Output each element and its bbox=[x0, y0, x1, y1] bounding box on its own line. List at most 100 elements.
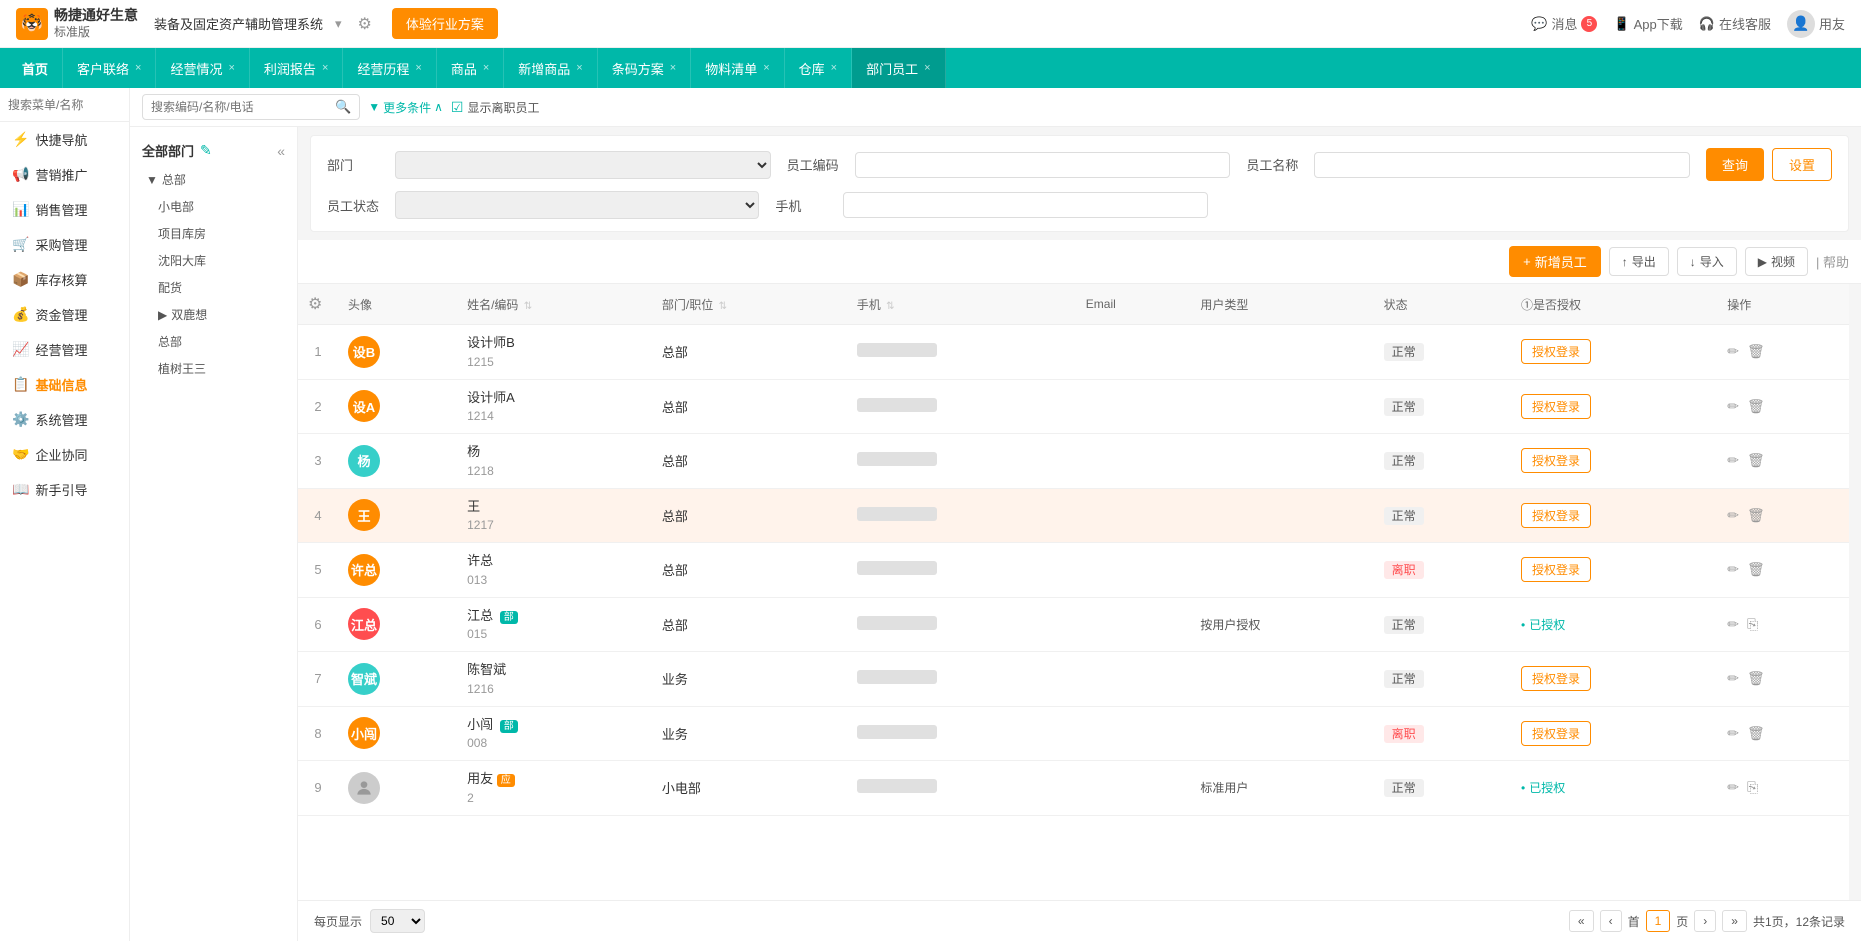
close-icon[interactable]: × bbox=[415, 62, 421, 74]
auth-button[interactable]: 授权登录 bbox=[1521, 503, 1591, 528]
sidebar-item-guide[interactable]: 📖新手引导 bbox=[0, 472, 129, 507]
sidebar-item-marketing[interactable]: 📢营销推广 bbox=[0, 157, 129, 192]
sidebar-item-stock[interactable]: 📦库存核算 bbox=[0, 262, 129, 297]
dept-item-zhishu[interactable]: 植树王三 bbox=[130, 355, 297, 382]
dept-select[interactable] bbox=[395, 151, 771, 179]
delete-icon[interactable]: 🗑 bbox=[1747, 398, 1765, 415]
sidebar-item-fund[interactable]: 💰资金管理 bbox=[0, 297, 129, 332]
sidebar-search-input[interactable] bbox=[8, 98, 130, 112]
edit-icon[interactable]: ✏ bbox=[1727, 779, 1739, 796]
user-menu[interactable]: 👤 用友 bbox=[1787, 10, 1845, 38]
tab-goods[interactable]: 商品 × bbox=[437, 48, 504, 88]
more-conditions-button[interactable]: ▼ 更多条件 ∧ bbox=[368, 99, 443, 116]
system-title-dropdown-icon[interactable]: ▾ bbox=[335, 16, 342, 32]
copy-icon[interactable]: ⎘ bbox=[1747, 616, 1758, 633]
auth-button[interactable]: 授权登录 bbox=[1521, 557, 1591, 582]
col-name-code[interactable]: 姓名/编码 ⇅ bbox=[457, 284, 652, 325]
search-input[interactable] bbox=[151, 100, 331, 114]
auth-button[interactable]: 授权登录 bbox=[1521, 666, 1591, 691]
tab-barcode[interactable]: 条码方案 × bbox=[598, 48, 691, 88]
edit-icon[interactable]: ✏ bbox=[1727, 507, 1739, 524]
dept-item-shenyang[interactable]: 沈阳大库 bbox=[130, 247, 297, 274]
copy-icon[interactable]: ⎘ bbox=[1747, 779, 1758, 796]
trial-button[interactable]: 体验行业方案 bbox=[392, 8, 498, 39]
dept-item-xiaodibu[interactable]: 小电部 bbox=[130, 193, 297, 220]
tab-profit[interactable]: 利润报告 × bbox=[250, 48, 343, 88]
sidebar-item-operation[interactable]: 📈经营管理 bbox=[0, 332, 129, 367]
show-resigned-toggle[interactable]: ☑ 显示离职员工 bbox=[451, 99, 540, 116]
auth-button[interactable]: 授权登录 bbox=[1521, 448, 1591, 473]
sidebar-item-quick-nav[interactable]: ⚡快捷导航 bbox=[0, 122, 129, 157]
delete-icon[interactable]: 🗑 bbox=[1747, 507, 1765, 524]
dept-collapse-icon[interactable]: « bbox=[277, 143, 285, 159]
tab-operation-status[interactable]: 经营情况 × bbox=[156, 48, 249, 88]
query-button[interactable]: 查询 bbox=[1706, 148, 1764, 181]
auth-button[interactable]: 授权登录 bbox=[1521, 721, 1591, 746]
auth-button[interactable]: 授权登录 bbox=[1521, 394, 1591, 419]
help-button[interactable]: | 帮助 bbox=[1816, 252, 1849, 271]
edit-icon[interactable]: ✏ bbox=[1727, 725, 1739, 742]
settings-icon[interactable]: ⚙ bbox=[308, 296, 322, 313]
status-select[interactable] bbox=[395, 191, 759, 219]
edit-icon[interactable]: ✏ bbox=[1727, 670, 1739, 687]
employee-name-input[interactable] bbox=[1314, 152, 1690, 178]
dept-item-distribution[interactable]: 配货 bbox=[130, 274, 297, 301]
sidebar-item-corp[interactable]: 🤝企业协同 bbox=[0, 437, 129, 472]
last-page-button[interactable]: » bbox=[1722, 910, 1747, 932]
col-settings[interactable]: ⚙ bbox=[298, 284, 338, 325]
message-button[interactable]: 💬 消息 5 bbox=[1531, 14, 1597, 33]
set-button[interactable]: 设置 bbox=[1772, 148, 1832, 181]
app-download-button[interactable]: 📱 App下载 bbox=[1613, 14, 1682, 33]
delete-icon[interactable]: 🗑 bbox=[1747, 670, 1765, 687]
edit-icon[interactable]: ✏ bbox=[1727, 616, 1739, 633]
close-icon[interactable]: × bbox=[483, 62, 489, 74]
current-page[interactable]: 1 bbox=[1646, 910, 1671, 932]
close-icon[interactable]: × bbox=[831, 62, 837, 74]
edit-icon[interactable]: ✏ bbox=[1727, 343, 1739, 360]
sidebar-item-system[interactable]: ⚙️系统管理 bbox=[0, 402, 129, 437]
tab-history[interactable]: 经营历程 × bbox=[343, 48, 436, 88]
settings-icon[interactable]: ⚙ bbox=[358, 14, 372, 34]
sidebar-item-sales[interactable]: 📊销售管理 bbox=[0, 192, 129, 227]
dept-item-root[interactable]: ▼ 总部 bbox=[130, 166, 297, 193]
tab-bom[interactable]: 物料清单 × bbox=[691, 48, 784, 88]
dept-item-shuangluxiang[interactable]: ▶ 双鹿想 bbox=[130, 301, 297, 328]
close-icon[interactable]: × bbox=[924, 62, 930, 74]
close-icon[interactable]: × bbox=[576, 62, 582, 74]
tab-customer[interactable]: 客户联络 × bbox=[63, 48, 156, 88]
delete-icon[interactable]: 🗑 bbox=[1747, 561, 1765, 578]
phone-input[interactable] bbox=[843, 192, 1207, 218]
employee-code-input[interactable] bbox=[855, 152, 1231, 178]
online-service-button[interactable]: 🎧 在线客服 bbox=[1699, 14, 1771, 33]
close-icon[interactable]: × bbox=[135, 62, 141, 74]
dept-edit-icon[interactable]: ✎ bbox=[200, 142, 212, 159]
delete-icon[interactable]: 🗑 bbox=[1747, 452, 1765, 469]
video-button[interactable]: ▶ 视频 bbox=[1745, 247, 1808, 276]
sidebar-item-purchase[interactable]: 🛒采购管理 bbox=[0, 227, 129, 262]
tab-add-goods[interactable]: 新增商品 × bbox=[504, 48, 597, 88]
close-icon[interactable]: × bbox=[763, 62, 769, 74]
edit-icon[interactable]: ✏ bbox=[1727, 398, 1739, 415]
sidebar-item-base[interactable]: 📋基础信息 bbox=[0, 367, 129, 402]
close-icon[interactable]: × bbox=[322, 62, 328, 74]
table-wrapper[interactable]: ⚙ 头像 姓名/编码 ⇅ 部门/职位 ⇅ 手机 ⇅ Email 用户类型 状态 … bbox=[298, 284, 1849, 900]
close-icon[interactable]: × bbox=[228, 62, 234, 74]
edit-icon[interactable]: ✏ bbox=[1727, 452, 1739, 469]
next-page-button[interactable]: › bbox=[1694, 910, 1716, 932]
edit-icon[interactable]: ✏ bbox=[1727, 561, 1739, 578]
page-size-select[interactable]: 50 100 bbox=[370, 909, 425, 933]
tab-department-staff[interactable]: 部门员工 × bbox=[852, 48, 945, 88]
col-phone[interactable]: 手机 ⇅ bbox=[847, 284, 1076, 325]
col-dept-position[interactable]: 部门/职位 ⇅ bbox=[652, 284, 847, 325]
auth-button[interactable]: 授权登录 bbox=[1521, 339, 1591, 364]
delete-icon[interactable]: 🗑 bbox=[1747, 343, 1765, 360]
export-button[interactable]: ↑ 导出 bbox=[1609, 247, 1669, 276]
prev-page-button[interactable]: ‹ bbox=[1600, 910, 1622, 932]
first-page-button[interactable]: « bbox=[1569, 910, 1594, 932]
delete-icon[interactable]: 🗑 bbox=[1747, 725, 1765, 742]
close-icon[interactable]: × bbox=[670, 62, 676, 74]
tab-warehouse[interactable]: 仓库 × bbox=[785, 48, 852, 88]
add-employee-button[interactable]: + 新增员工 bbox=[1509, 246, 1601, 277]
tab-home[interactable]: 首页 bbox=[8, 48, 63, 88]
import-button[interactable]: ↓ 导入 bbox=[1677, 247, 1737, 276]
